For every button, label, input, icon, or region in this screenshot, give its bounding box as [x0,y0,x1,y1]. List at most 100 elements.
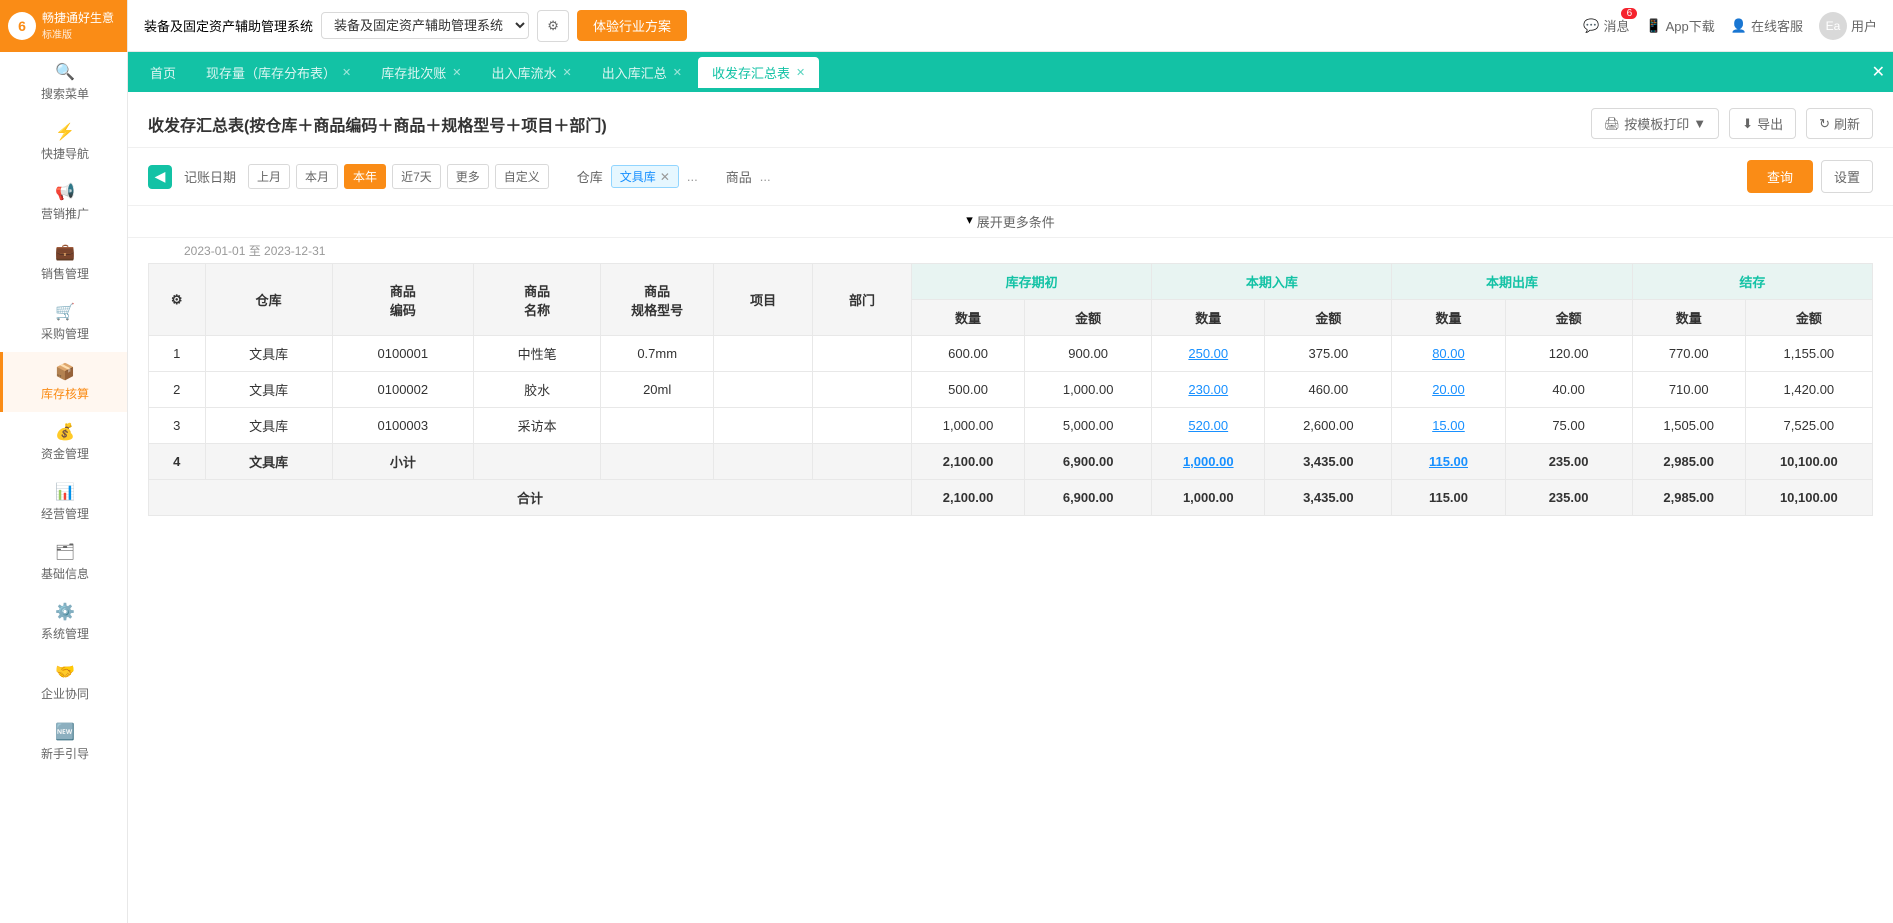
col-goods-header: 商品名称 [473,264,600,336]
row-opening-qty: 600.00 [912,336,1025,372]
col-out-qty-header: 数量 [1392,300,1505,336]
table-wrap: ⚙ 仓库 商品编码 商品名称 商品规格型号 项目 部门 库存期初 本期入库 本期… [128,263,1893,536]
message-badge: 6 [1621,8,1637,19]
tab-inventory-dist-close[interactable]: ✕ [342,66,351,79]
row-in-qty[interactable]: 230.00 [1152,372,1265,408]
app-download-button[interactable]: 📱 App下载 [1645,16,1714,35]
goods-filter-more[interactable]: ... [760,169,771,184]
date-prev-month-btn[interactable]: 上月 [248,164,290,189]
row-out-qty[interactable]: 20.00 [1392,372,1505,408]
tab-recv-summary[interactable]: 收发存汇总表 ✕ [698,57,819,88]
row-code: 小计 [332,444,473,480]
filter-settings-button[interactable]: 设置 [1821,160,1873,193]
row-out-qty-link[interactable]: 20.00 [1432,382,1465,397]
sidebar-item-finance[interactable]: 💰 资金管理 [0,412,127,472]
date-more-btn[interactable]: 更多 [447,164,489,189]
row-out-amt: 235.00 [1505,444,1632,480]
row-out-amt: 120.00 [1505,336,1632,372]
row-out-qty[interactable]: 80.00 [1392,336,1505,372]
tab-flow-close[interactable]: ✕ [563,66,572,79]
tab-batch[interactable]: 库存批次账 ✕ [367,57,475,88]
sidebar-item-label: 采购管理 [41,325,89,342]
row-out-qty[interactable]: 115.00 [1392,444,1505,480]
col-code-header: 商品编码 [332,264,473,336]
col-out-amt-header: 金额 [1505,300,1632,336]
row-out-qty-link[interactable]: 80.00 [1432,346,1465,361]
trial-button[interactable]: 体验行业方案 [577,10,687,41]
sidebar-item-inventory[interactable]: 📦 库存核算 [0,352,127,412]
system-selector[interactable]: 装备及固定资产辅助管理系统 [321,12,529,39]
print-dropdown-icon: ▼ [1693,116,1706,131]
row-in-qty-link[interactable]: 250.00 [1188,346,1228,361]
filter-collapse-button[interactable]: ◀ [148,165,172,189]
top-header: 装备及固定资产辅助管理系统 装备及固定资产辅助管理系统 ⚙ 体验行业方案 💬 消… [128,0,1893,52]
tab-flow[interactable]: 出入库流水 ✕ [477,57,585,88]
row-warehouse: 文具库 [205,444,332,480]
date-custom-btn[interactable]: 自定义 [495,164,549,189]
tab-inventory-dist[interactable]: 现存量（库存分布表） ✕ [192,57,365,88]
date-cur-month-btn[interactable]: 本月 [296,164,338,189]
row-out-qty-link[interactable]: 15.00 [1432,418,1465,433]
close-all-tabs-button[interactable]: ✕ [1872,62,1885,82]
sidebar-item-guide[interactable]: 🆕 新手引导 [0,712,127,772]
download-icon: 📱 [1645,18,1661,34]
row-in-qty[interactable]: 520.00 [1152,408,1265,444]
basic-info-icon: 🗂 [55,542,75,562]
tab-summary[interactable]: 出入库汇总 ✕ [588,57,696,88]
sidebar-item-purchase[interactable]: 🛒 采购管理 [0,292,127,352]
tab-home[interactable]: 首页 [136,57,190,88]
sidebar-item-basic-info[interactable]: 🗂 基础信息 [0,532,127,592]
row-code: 0100002 [332,372,473,408]
row-in-qty-link[interactable]: 1,000.00 [1183,454,1234,469]
row-in-qty[interactable]: 250.00 [1152,336,1265,372]
footer-opening-qty: 2,100.00 [912,480,1025,516]
date-7days-btn[interactable]: 近7天 [392,164,441,189]
row-out-qty[interactable]: 15.00 [1392,408,1505,444]
row-dept [813,444,912,480]
query-button[interactable]: 查询 [1747,160,1813,193]
row-dept [813,336,912,372]
tab-summary-close[interactable]: ✕ [673,66,682,79]
sidebar-item-quick-nav[interactable]: ⚡ 快捷导航 [0,112,127,172]
print-button[interactable]: 🖨 按模板打印 ▼ [1591,108,1719,139]
row-in-amt: 460.00 [1265,372,1392,408]
sidebar-item-label: 系统管理 [41,625,89,642]
user-button[interactable]: Ea 用户 [1819,12,1877,40]
row-in-qty-link[interactable]: 520.00 [1188,418,1228,433]
refresh-button[interactable]: ↻ 刷新 [1806,108,1873,139]
warehouse-tag-close[interactable]: ✕ [660,170,670,184]
sidebar-item-operations[interactable]: 📊 经营管理 [0,472,127,532]
expand-more-bar[interactable]: ▾ 展开更多条件 [128,206,1893,238]
sidebar-item-search[interactable]: 🔍 搜索菜单 [0,52,127,112]
row-out-qty-link[interactable]: 115.00 [1429,454,1468,469]
row-in-qty-link[interactable]: 230.00 [1188,382,1228,397]
app-download-label: App下载 [1666,16,1715,35]
sidebar-item-label: 销售管理 [41,265,89,282]
sidebar-item-system[interactable]: ⚙️ 系统管理 [0,592,127,652]
row-warehouse: 文具库 [205,408,332,444]
page-title-bar: 收发存汇总表(按仓库＋商品编码＋商品＋规格型号＋项目＋部门) 🖨 按模板打印 ▼… [128,92,1893,148]
export-icon: ⬇ [1742,116,1753,132]
sidebar-item-marketing[interactable]: 📢 营销推广 [0,172,127,232]
row-in-qty[interactable]: 1,000.00 [1152,444,1265,480]
expand-icon: ▾ [966,212,973,231]
message-button[interactable]: 💬 消息 6 [1583,16,1629,35]
row-no: 3 [149,408,206,444]
tab-recv-summary-close[interactable]: ✕ [796,66,805,79]
message-icon: 💬 [1583,18,1599,34]
col-closing-amt-header: 金额 [1745,300,1872,336]
row-closing-qty: 1,505.00 [1632,408,1745,444]
tab-batch-close[interactable]: ✕ [452,66,461,79]
sidebar-item-cooperation[interactable]: 🤝 企业协同 [0,652,127,712]
row-closing-amt: 7,525.00 [1745,408,1872,444]
data-table: ⚙ 仓库 商品编码 商品名称 商品规格型号 项目 部门 库存期初 本期入库 本期… [148,263,1873,516]
sidebar-item-label: 快捷导航 [41,145,89,162]
tab-summary-label: 出入库汇总 [602,63,667,82]
sidebar-item-sales[interactable]: 💼 销售管理 [0,232,127,292]
settings-button[interactable]: ⚙ [537,10,569,42]
warehouse-filter-more[interactable]: ... [687,169,698,184]
date-cur-year-btn[interactable]: 本年 [344,164,386,189]
sidebar-logo: 6 畅捷通好生意 标准版 [0,0,127,52]
online-service-button[interactable]: 👤 在线客服 [1731,16,1803,35]
export-button[interactable]: ⬇ 导出 [1729,108,1796,139]
